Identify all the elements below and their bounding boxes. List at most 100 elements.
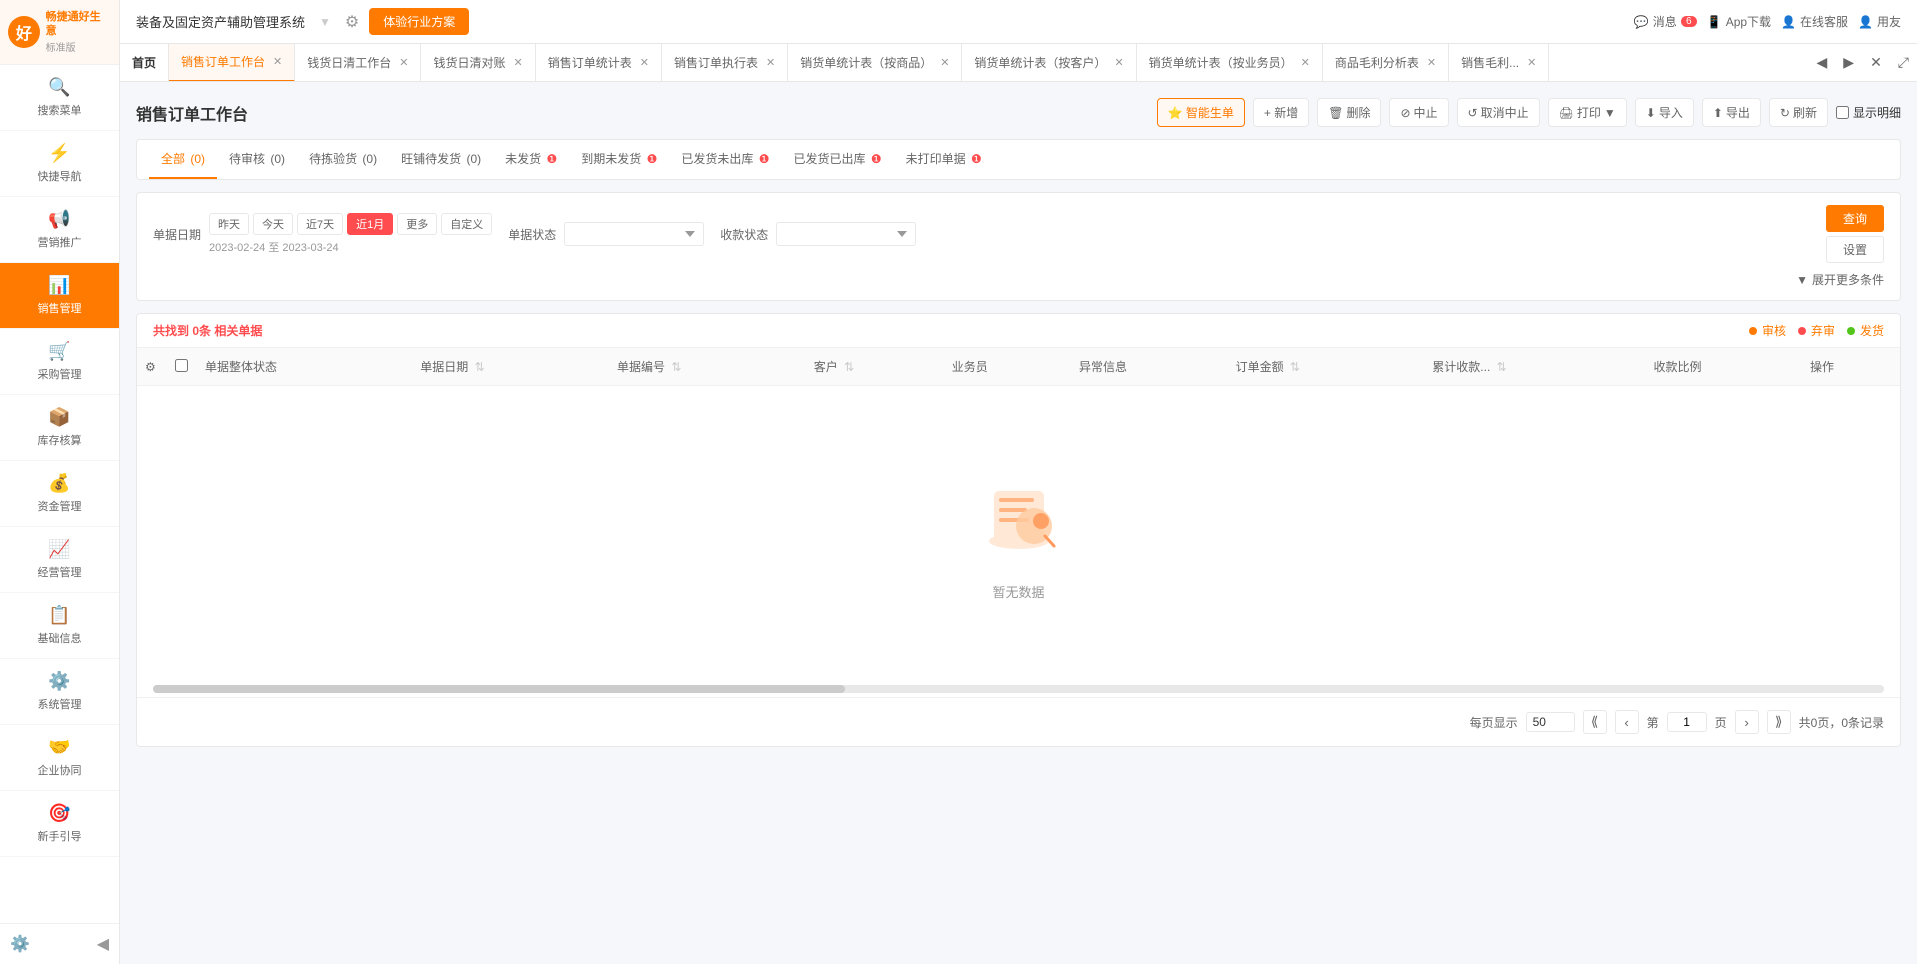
per-page-select[interactable]: 50 100 bbox=[1526, 712, 1575, 732]
payment-select[interactable] bbox=[776, 222, 916, 246]
filter-tab-pending-review[interactable]: 待审核 (0) bbox=[217, 140, 297, 179]
tab-sales-execute[interactable]: 销售订单执行表 ✕ bbox=[662, 44, 788, 82]
scrollbar-area[interactable] bbox=[153, 685, 1884, 693]
tab-cash-daily[interactable]: 钱货日清工作台 ✕ bbox=[295, 44, 421, 82]
status-select[interactable] bbox=[564, 222, 704, 246]
filter-tab-all[interactable]: 全部 (0) bbox=[149, 140, 217, 179]
sidebar-item-guide[interactable]: 🎯 新手引导 bbox=[0, 791, 119, 857]
online-service-btn[interactable]: 👤 在线客服 bbox=[1781, 13, 1848, 30]
sidebar-item-finance[interactable]: 💰 资金管理 bbox=[0, 461, 119, 527]
th-customer[interactable]: 客户 ⇅ bbox=[806, 348, 944, 386]
print-btn[interactable]: 🖨 打印 ▼ bbox=[1548, 98, 1627, 127]
tab-expand-btn[interactable]: ⤢ bbox=[1890, 50, 1917, 75]
tab-sales-single-customer[interactable]: 销货单统计表（按客户） ✕ bbox=[962, 44, 1136, 82]
tab-close-icon[interactable]: ✕ bbox=[1301, 56, 1310, 69]
sidebar-item-basic[interactable]: 📋 基础信息 bbox=[0, 593, 119, 659]
show-detail-toggle[interactable]: 显示明细 bbox=[1836, 104, 1901, 121]
filter-tab-unshipped[interactable]: 未发货 ❶ bbox=[493, 140, 569, 179]
sidebar-item-label: 基础信息 bbox=[38, 630, 82, 646]
page-next-btn[interactable]: › bbox=[1735, 710, 1759, 734]
sidebar-item-enterprise[interactable]: 🤝 企业协同 bbox=[0, 725, 119, 791]
th-amount[interactable]: 订单金额 ⇅ bbox=[1228, 348, 1425, 386]
tab-prev-btn[interactable]: ◀ bbox=[1809, 50, 1836, 75]
date-btn-yesterday[interactable]: 昨天 bbox=[209, 213, 249, 235]
tab-close-icon[interactable]: ✕ bbox=[1527, 56, 1536, 69]
expand-btn[interactable]: ▼ 展开更多条件 bbox=[1796, 271, 1884, 288]
experience-btn[interactable]: 体验行业方案 bbox=[369, 8, 469, 35]
tab-home[interactable]: 首页 bbox=[120, 44, 169, 82]
tab-close-all-btn[interactable]: ✕ bbox=[1862, 50, 1890, 75]
topbar-settings-icon[interactable]: ⚙ bbox=[345, 12, 359, 32]
filter-tab-unprinted[interactable]: 未打印单据 ❶ bbox=[894, 140, 994, 179]
date-btn-7days[interactable]: 近7天 bbox=[297, 213, 343, 235]
review-action-btn[interactable]: 审核 bbox=[1749, 322, 1786, 339]
date-btn-more[interactable]: 更多 bbox=[397, 213, 437, 235]
sidebar-item-inventory[interactable]: 📦 库存核算 bbox=[0, 395, 119, 461]
sidebar-item-purchase[interactable]: 🛒 采购管理 bbox=[0, 329, 119, 395]
refresh-btn[interactable]: ↻ 刷新 bbox=[1769, 98, 1828, 127]
tab-close-icon[interactable]: ✕ bbox=[1114, 56, 1123, 69]
tab-sales-workbench[interactable]: 销售订单工作台 ✕ bbox=[169, 44, 295, 82]
date-btn-today[interactable]: 今天 bbox=[253, 213, 293, 235]
stop-btn[interactable]: ⊘ 中止 bbox=[1389, 98, 1448, 127]
app-download-btn[interactable]: 📱 App下载 bbox=[1707, 13, 1771, 30]
filter-tab-wangpu-ship[interactable]: 旺铺待发货 (0) bbox=[389, 140, 493, 179]
sidebar-item-system[interactable]: ⚙️ 系统管理 bbox=[0, 659, 119, 725]
filter-tab-shipped-no-outstock[interactable]: 已发货未出库 ❶ bbox=[669, 140, 781, 179]
tab-next-btn[interactable]: ▶ bbox=[1835, 50, 1862, 75]
star-icon: ⭐ bbox=[1168, 106, 1183, 120]
filter-tab-shipped-outstock[interactable]: 已发货已出库 ❶ bbox=[782, 140, 894, 179]
query-btn[interactable]: 查询 bbox=[1826, 205, 1884, 232]
tab-sales-single-salesperson[interactable]: 销货单统计表（按业务员） ✕ bbox=[1137, 44, 1323, 82]
collapse-icon[interactable]: ◀ bbox=[97, 934, 109, 954]
page-first-btn[interactable]: ⟪ bbox=[1583, 710, 1607, 734]
filter-tab-pending-inspect[interactable]: 待拣验货 (0) bbox=[297, 140, 389, 179]
message-btn[interactable]: 💬 消息 6 bbox=[1634, 13, 1697, 30]
ship-action-btn[interactable]: 发货 bbox=[1847, 322, 1884, 339]
page-number-input[interactable] bbox=[1667, 712, 1707, 732]
tab-close-icon[interactable]: ✕ bbox=[273, 55, 282, 68]
cancel-stop-btn[interactable]: ↺ 取消中止 bbox=[1457, 98, 1540, 127]
tab-close-icon[interactable]: ✕ bbox=[399, 56, 408, 69]
page-prev-btn[interactable]: ‹ bbox=[1615, 710, 1639, 734]
new-btn[interactable]: + 新增 bbox=[1253, 98, 1309, 127]
tab-sales-stats[interactable]: 销售订单统计表 ✕ bbox=[536, 44, 662, 82]
tab-close-icon[interactable]: ✕ bbox=[766, 56, 775, 69]
show-detail-checkbox[interactable] bbox=[1836, 106, 1849, 119]
tab-close-icon[interactable]: ✕ bbox=[1427, 56, 1436, 69]
tab-close-icon[interactable]: ✕ bbox=[514, 56, 523, 69]
sidebar-item-operations[interactable]: 📈 经营管理 bbox=[0, 527, 119, 593]
sidebar-item-sales[interactable]: 📊 销售管理 bbox=[0, 263, 119, 329]
select-all-checkbox[interactable] bbox=[175, 359, 188, 372]
tab-sales-more[interactable]: 销售毛利... ✕ bbox=[1449, 44, 1549, 82]
tab-cash-reconcile[interactable]: 钱货日清对账 ✕ bbox=[421, 44, 535, 82]
tab-close-icon[interactable]: ✕ bbox=[940, 56, 949, 69]
th-collected[interactable]: 累计收款... ⇅ bbox=[1424, 348, 1645, 386]
tab-close-icon[interactable]: ✕ bbox=[640, 56, 649, 69]
th-status: 单据整体状态 bbox=[197, 348, 412, 386]
settings-icon[interactable]: ⚙️ bbox=[10, 934, 30, 954]
sidebar-item-marketing[interactable]: 📢 营销推广 bbox=[0, 197, 119, 263]
export-btn[interactable]: ⬆ 导出 bbox=[1702, 98, 1761, 127]
page-last-btn[interactable]: ⟫ bbox=[1767, 710, 1791, 734]
th-checkbox[interactable] bbox=[167, 348, 197, 386]
logo-area: 好 畅捷通好生意 标准版 bbox=[0, 0, 119, 65]
smart-btn[interactable]: ⭐ 智能生单 bbox=[1157, 98, 1245, 127]
th-date[interactable]: 单据日期 ⇅ bbox=[412, 348, 609, 386]
filter-tab-count: (0) bbox=[190, 152, 205, 166]
tab-product-margin[interactable]: 商品毛利分析表 ✕ bbox=[1323, 44, 1449, 82]
date-btn-custom[interactable]: 自定义 bbox=[441, 213, 492, 235]
tab-sales-single-product[interactable]: 销货单统计表（按商品） ✕ bbox=[788, 44, 962, 82]
date-btn-1month[interactable]: 近1月 bbox=[347, 213, 393, 235]
user-btn[interactable]: 👤 用友 bbox=[1858, 13, 1901, 30]
sidebar-item-search[interactable]: 🔍 搜索菜单 bbox=[0, 65, 119, 131]
sidebar-item-quicknav[interactable]: ⚡ 快捷导航 bbox=[0, 131, 119, 197]
filter-tab-overdue-unshipped[interactable]: 到期未发货 ❶ bbox=[569, 140, 669, 179]
th-settings[interactable]: ⚙ bbox=[137, 348, 167, 386]
scrollbar-thumb[interactable] bbox=[153, 685, 845, 693]
cancel-review-action-btn[interactable]: 弃审 bbox=[1798, 322, 1835, 339]
delete-btn[interactable]: 🗑 删除 bbox=[1317, 98, 1381, 127]
th-no[interactable]: 单据编号 ⇅ bbox=[609, 348, 806, 386]
setting-btn[interactable]: 设置 bbox=[1826, 236, 1884, 263]
import-btn[interactable]: ⬇ 导入 bbox=[1635, 98, 1694, 127]
